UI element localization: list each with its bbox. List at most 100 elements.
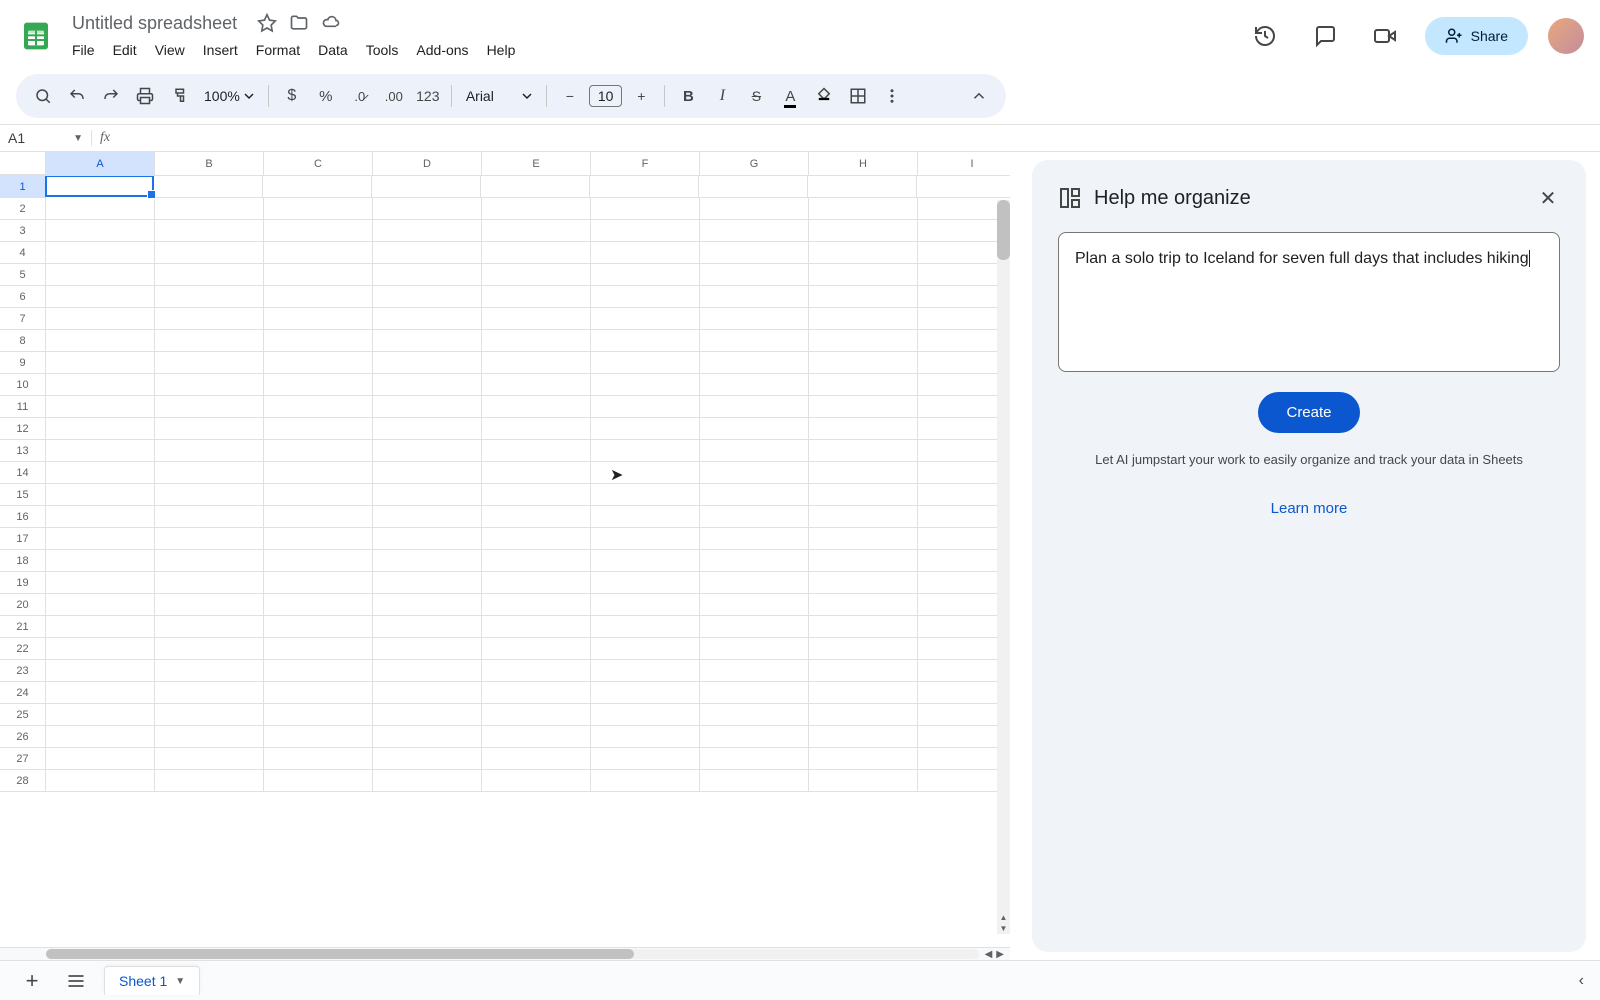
horizontal-scrollbar[interactable] (46, 949, 979, 959)
cell[interactable] (46, 286, 155, 308)
cell[interactable] (482, 704, 591, 726)
cell[interactable] (591, 484, 700, 506)
cell[interactable] (155, 286, 264, 308)
cell[interactable] (155, 198, 264, 220)
cell[interactable] (809, 286, 918, 308)
collapse-toolbar-icon[interactable] (964, 81, 994, 111)
all-sheets-button[interactable] (60, 965, 92, 997)
cell[interactable] (46, 462, 155, 484)
cell[interactable] (373, 308, 482, 330)
cell[interactable] (373, 484, 482, 506)
currency-button[interactable]: $ (277, 81, 307, 111)
print-button[interactable] (130, 81, 160, 111)
history-icon[interactable] (1245, 16, 1285, 56)
cell[interactable] (591, 550, 700, 572)
formula-input[interactable] (118, 130, 1600, 146)
cell[interactable] (373, 242, 482, 264)
cell[interactable] (591, 638, 700, 660)
cell[interactable] (591, 330, 700, 352)
cell[interactable] (700, 484, 809, 506)
cell[interactable] (155, 242, 264, 264)
cell[interactable] (482, 616, 591, 638)
cell[interactable] (809, 616, 918, 638)
cell[interactable] (46, 264, 155, 286)
zoom-select[interactable]: 100% (198, 88, 260, 104)
cell[interactable] (700, 726, 809, 748)
cell[interactable] (46, 352, 155, 374)
account-avatar[interactable] (1548, 18, 1584, 54)
cell[interactable] (46, 550, 155, 572)
cell[interactable] (591, 264, 700, 286)
cell[interactable] (264, 682, 373, 704)
cell[interactable] (809, 484, 918, 506)
cell[interactable] (155, 220, 264, 242)
cells-area[interactable] (46, 176, 1010, 947)
col-header-D[interactable]: D (373, 152, 482, 175)
cell[interactable] (700, 352, 809, 374)
cell[interactable] (264, 330, 373, 352)
row-header-24[interactable]: 24 (0, 682, 46, 704)
cell[interactable] (155, 418, 264, 440)
cell[interactable] (591, 286, 700, 308)
cell[interactable] (264, 198, 373, 220)
menu-tools[interactable]: Tools (358, 38, 407, 62)
cell[interactable] (700, 264, 809, 286)
cell[interactable] (700, 330, 809, 352)
sheets-logo[interactable] (16, 16, 56, 56)
cell[interactable] (591, 462, 700, 484)
cell[interactable] (46, 418, 155, 440)
cell[interactable] (264, 220, 373, 242)
cell[interactable] (264, 352, 373, 374)
strikethrough-button[interactable]: S (741, 81, 771, 111)
more-toolbar-icon[interactable] (877, 81, 907, 111)
cell[interactable] (264, 638, 373, 660)
cell[interactable] (700, 682, 809, 704)
row-header-9[interactable]: 9 (0, 352, 46, 374)
row-header-20[interactable]: 20 (0, 594, 46, 616)
row-header-4[interactable]: 4 (0, 242, 46, 264)
menu-data[interactable]: Data (310, 38, 356, 62)
cell[interactable] (809, 220, 918, 242)
row-header-19[interactable]: 19 (0, 572, 46, 594)
cell[interactable] (264, 374, 373, 396)
create-button[interactable]: Create (1258, 392, 1359, 433)
cell[interactable] (482, 528, 591, 550)
cell[interactable] (700, 418, 809, 440)
cell[interactable] (373, 748, 482, 770)
star-icon[interactable] (257, 13, 277, 33)
cell[interactable] (264, 308, 373, 330)
cell[interactable] (591, 770, 700, 792)
cell[interactable] (155, 484, 264, 506)
cell[interactable] (264, 616, 373, 638)
cell[interactable] (809, 726, 918, 748)
cell[interactable] (155, 726, 264, 748)
cell[interactable] (373, 550, 482, 572)
cell[interactable] (591, 572, 700, 594)
col-header-A[interactable]: A (46, 152, 155, 175)
cell[interactable] (46, 748, 155, 770)
move-icon[interactable] (289, 13, 309, 33)
cell[interactable] (264, 440, 373, 462)
menu-view[interactable]: View (147, 38, 193, 62)
cell[interactable] (809, 418, 918, 440)
cell[interactable] (700, 286, 809, 308)
cell[interactable] (482, 550, 591, 572)
cell[interactable] (46, 484, 155, 506)
row-header-16[interactable]: 16 (0, 506, 46, 528)
cell[interactable] (809, 352, 918, 374)
cell[interactable] (591, 396, 700, 418)
prompt-textarea[interactable]: Plan a solo trip to Iceland for seven fu… (1058, 232, 1560, 372)
cell[interactable] (482, 396, 591, 418)
col-header-C[interactable]: C (264, 152, 373, 175)
cell[interactable] (46, 528, 155, 550)
meet-icon[interactable] (1365, 16, 1405, 56)
cell[interactable] (700, 242, 809, 264)
cell[interactable] (46, 374, 155, 396)
cell[interactable] (700, 770, 809, 792)
cell[interactable] (700, 616, 809, 638)
cell[interactable] (264, 704, 373, 726)
learn-more-link[interactable]: Learn more (1058, 500, 1560, 517)
text-color-button[interactable]: A (775, 81, 805, 111)
cell[interactable] (46, 726, 155, 748)
col-header-G[interactable]: G (700, 152, 809, 175)
